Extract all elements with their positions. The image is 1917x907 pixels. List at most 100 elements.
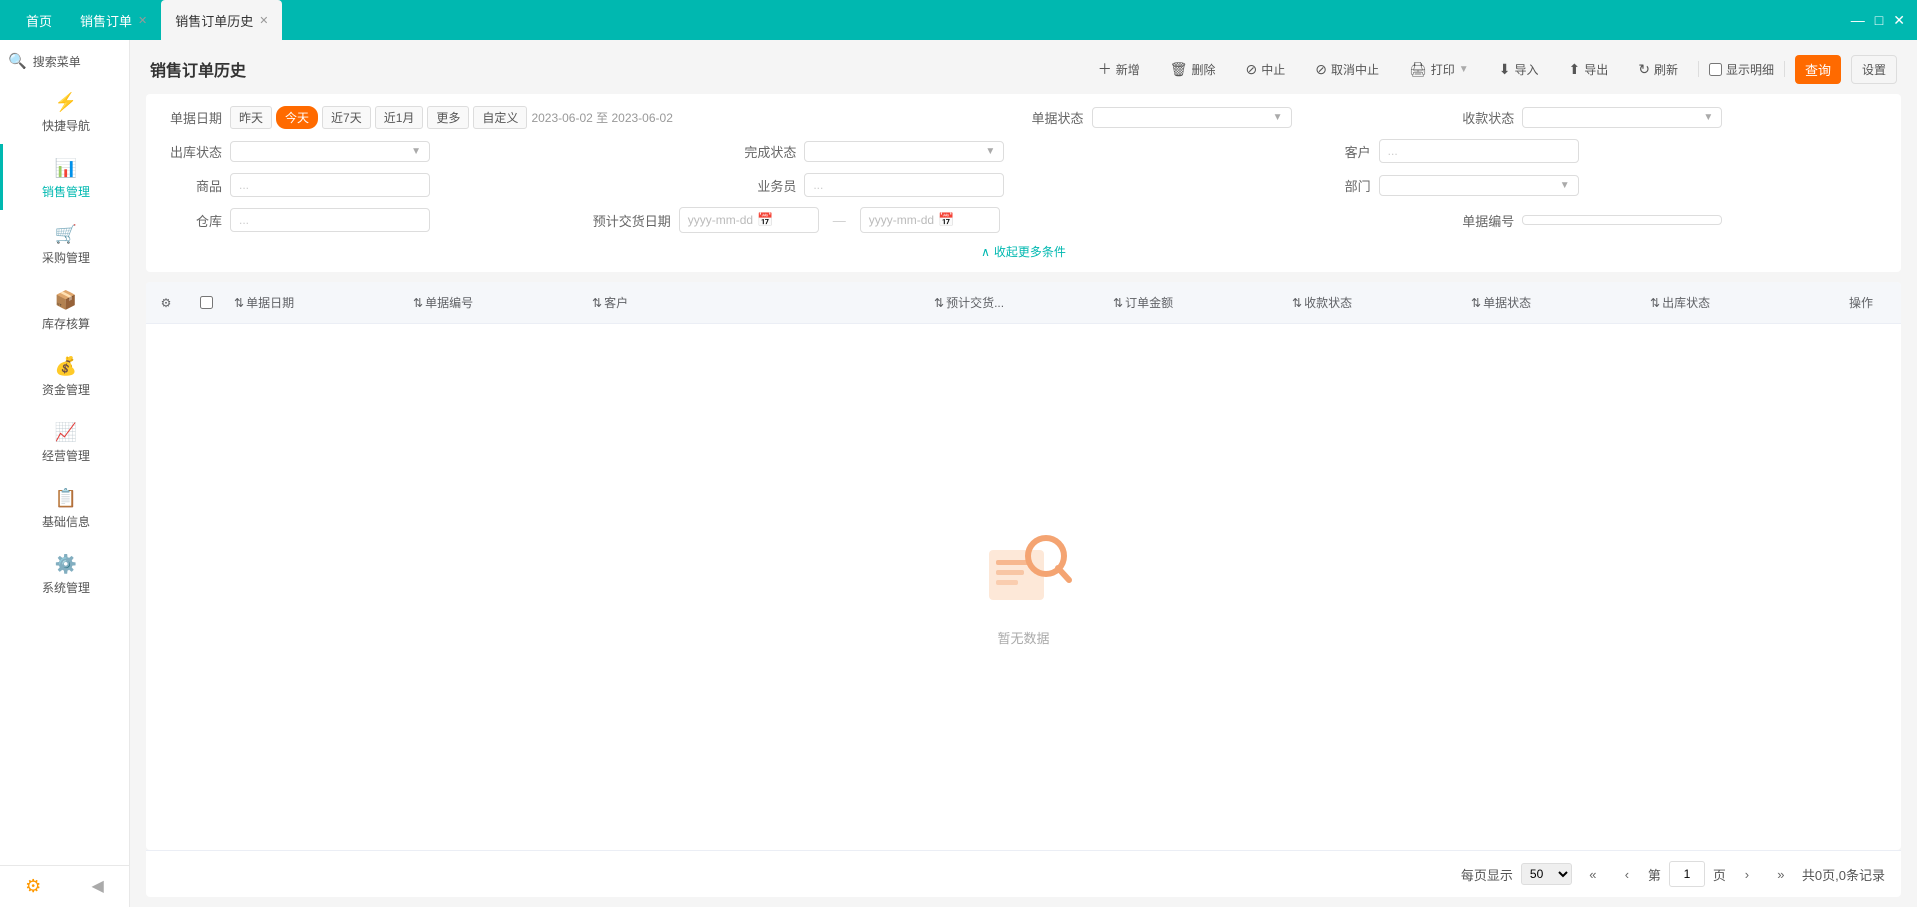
filter-row-2: 出库状态 ▼ 完成状态 ▼ bbox=[162, 139, 1885, 163]
th-settings[interactable]: ⚙ bbox=[146, 296, 186, 310]
filter-doc-status: 单据状态 ▼ bbox=[1024, 107, 1455, 128]
filter-warehouse: 仓库 ... bbox=[162, 208, 593, 232]
th-amount: ⇅ 订单金额 bbox=[1105, 294, 1284, 311]
sidebar-bottom: ⚙ ◀ bbox=[0, 865, 129, 907]
th-out-status: ⇅ 出库状态 bbox=[1642, 294, 1821, 311]
sort-date-icon[interactable]: ⇅ bbox=[234, 296, 244, 310]
sidebar-item-sys-mgmt[interactable]: ⚙️ 系统管理 bbox=[0, 540, 129, 606]
date-today[interactable]: 今天 bbox=[276, 106, 318, 129]
first-page-button[interactable]: « bbox=[1580, 861, 1606, 887]
page-title: 销售订单历史 bbox=[150, 57, 246, 81]
filter-department: 部门 ▼ bbox=[1311, 175, 1885, 196]
settings-button[interactable]: 设置 bbox=[1851, 55, 1897, 84]
sort-number-icon[interactable]: ⇅ bbox=[413, 296, 423, 310]
collapse-sidebar-icon[interactable]: ◀ bbox=[92, 876, 104, 897]
empty-illustration bbox=[974, 528, 1074, 618]
sidebar-item-purchase-mgmt[interactable]: 🛒 采购管理 bbox=[0, 210, 129, 276]
quick-nav-icon: ⚡ bbox=[55, 92, 77, 113]
refresh-button[interactable]: ↻ 刷新 bbox=[1628, 56, 1688, 83]
tab-sales-order-history[interactable]: 销售订单历史 ✕ bbox=[161, 0, 282, 40]
delete-button[interactable]: 🗑 删除 bbox=[1160, 56, 1226, 83]
date-yesterday[interactable]: 昨天 bbox=[230, 106, 272, 129]
sys-mgmt-icon: ⚙️ bbox=[55, 554, 77, 575]
th-checkbox[interactable] bbox=[186, 296, 226, 309]
query-button[interactable]: 查询 bbox=[1795, 55, 1841, 84]
close-button[interactable]: ✕ bbox=[1893, 12, 1905, 29]
doc-number-input[interactable] bbox=[1522, 215, 1722, 225]
delivery-date-start[interactable]: yyyy-mm-dd 📅 bbox=[679, 207, 819, 233]
tab-close-sales-order[interactable]: ✕ bbox=[138, 14, 147, 27]
sidebar-item-operations[interactable]: 📈 经营管理 bbox=[0, 408, 129, 474]
last-page-button[interactable]: » bbox=[1768, 861, 1794, 887]
sort-delivery-icon[interactable]: ⇅ bbox=[934, 296, 944, 310]
date-separator: — bbox=[833, 213, 846, 228]
sidebar-item-base-info[interactable]: 📋 基础信息 bbox=[0, 474, 129, 540]
sidebar-search[interactable]: 🔍 搜索菜单 bbox=[0, 40, 129, 78]
sort-receipt-icon[interactable]: ⇅ bbox=[1292, 296, 1302, 310]
inventory-icon: 📦 bbox=[55, 290, 77, 311]
table-header: ⚙ ⇅ 单据日期 ⇅ 单据编号 ⇅ 客户 ⇅ bbox=[146, 282, 1901, 324]
sort-amount-icon[interactable]: ⇅ bbox=[1113, 296, 1123, 310]
select-all-checkbox[interactable] bbox=[200, 296, 213, 309]
print-button[interactable]: 🖨 打印 ▼ bbox=[1399, 56, 1479, 83]
settings-icon[interactable]: ⚙ bbox=[25, 876, 41, 897]
main-layout: 🔍 搜索菜单 ⚡ 快捷导航 📊 销售管理 🛒 采购管理 📦 库存核算 💰 资金管… bbox=[0, 40, 1917, 907]
tab-sales-order[interactable]: 销售订单 ✕ bbox=[66, 0, 161, 40]
customer-input[interactable]: ... bbox=[1379, 139, 1579, 163]
sort-customer-icon[interactable]: ⇅ bbox=[592, 296, 602, 310]
tab-home[interactable]: 首页 bbox=[12, 0, 66, 40]
warehouse-input[interactable]: ... bbox=[230, 208, 430, 232]
base-info-icon: 📋 bbox=[55, 488, 77, 509]
table-settings-icon[interactable]: ⚙ bbox=[161, 296, 172, 310]
empty-text: 暂无数据 bbox=[997, 628, 1049, 647]
filter-product: 商品 ... bbox=[162, 173, 736, 197]
salesperson-input[interactable]: ... bbox=[804, 173, 1004, 197]
th-doc-status: ⇅ 单据状态 bbox=[1463, 294, 1642, 311]
next-page-button[interactable]: › bbox=[1734, 861, 1760, 887]
delivery-date-end[interactable]: yyyy-mm-dd 📅 bbox=[860, 207, 1000, 233]
th-actions: 操作 bbox=[1821, 294, 1901, 311]
date-custom[interactable]: 自定义 bbox=[473, 106, 527, 129]
calendar-end-icon: 📅 bbox=[938, 212, 954, 228]
date-more[interactable]: 更多 bbox=[427, 106, 469, 129]
total-text: 共0页,0条记录 bbox=[1802, 865, 1885, 884]
show-detail-input[interactable] bbox=[1709, 63, 1722, 76]
collapse-filter-btn[interactable]: ∧ 收起更多条件 bbox=[162, 243, 1885, 260]
minimize-button[interactable]: — bbox=[1851, 12, 1865, 28]
department-arrow-icon: ▼ bbox=[1560, 180, 1570, 191]
prev-page-button[interactable]: ‹ bbox=[1614, 861, 1640, 887]
out-status-select[interactable]: ▼ bbox=[230, 141, 430, 162]
receipt-status-select[interactable]: ▼ bbox=[1522, 107, 1722, 128]
stop-button[interactable]: ⊘ 中止 bbox=[1236, 56, 1296, 83]
complete-status-select[interactable]: ▼ bbox=[804, 141, 1004, 162]
export-button[interactable]: ⬆ 导出 bbox=[1558, 56, 1618, 83]
filter-delivery-date: 预计交货日期 yyyy-mm-dd 📅 — yyyy-mm-dd 📅 bbox=[593, 207, 1455, 233]
sidebar-item-finance[interactable]: 💰 资金管理 bbox=[0, 342, 129, 408]
page-number-input[interactable] bbox=[1669, 861, 1705, 887]
per-page-label: 每页显示 bbox=[1461, 865, 1513, 884]
per-page-select[interactable]: 50 100 200 bbox=[1521, 863, 1572, 885]
filter-customer: 客户 ... bbox=[1311, 139, 1885, 163]
import-button[interactable]: ⬇ 导入 bbox=[1489, 56, 1549, 83]
doc-status-select[interactable]: ▼ bbox=[1092, 107, 1292, 128]
sort-docstatus-icon[interactable]: ⇅ bbox=[1471, 296, 1481, 310]
filter-panel: 单据日期 昨天 今天 近7天 近1月 更多 自定义 2023-06-02 至 2… bbox=[146, 94, 1901, 272]
print-icon: 🖨 bbox=[1409, 61, 1427, 78]
finance-icon: 💰 bbox=[55, 356, 77, 377]
date-7days[interactable]: 近7天 bbox=[322, 106, 371, 129]
receipt-status-arrow-icon: ▼ bbox=[1703, 112, 1713, 123]
sidebar-item-inventory[interactable]: 📦 库存核算 bbox=[0, 276, 129, 342]
sidebar-item-quick-nav[interactable]: ⚡ 快捷导航 bbox=[0, 78, 129, 144]
add-button[interactable]: ＋ 新增 bbox=[1088, 54, 1150, 84]
department-select[interactable]: ▼ bbox=[1379, 175, 1579, 196]
sidebar-item-sales-mgmt[interactable]: 📊 销售管理 bbox=[0, 144, 129, 210]
date-range: 2023-06-02 至 2023-06-02 bbox=[531, 109, 672, 126]
page-header: 销售订单历史 ＋ 新增 🗑 删除 ⊘ 中止 ⊘ 取消中止 bbox=[130, 40, 1917, 94]
maximize-button[interactable]: □ bbox=[1875, 12, 1883, 28]
cancel-stop-button[interactable]: ⊘ 取消中止 bbox=[1305, 56, 1389, 83]
show-detail-checkbox[interactable]: 显示明细 bbox=[1709, 61, 1774, 78]
tab-close-sales-order-history[interactable]: ✕ bbox=[259, 14, 268, 27]
product-input[interactable]: ... bbox=[230, 173, 430, 197]
sort-outstatus-icon[interactable]: ⇅ bbox=[1650, 296, 1660, 310]
date-1month[interactable]: 近1月 bbox=[375, 106, 424, 129]
